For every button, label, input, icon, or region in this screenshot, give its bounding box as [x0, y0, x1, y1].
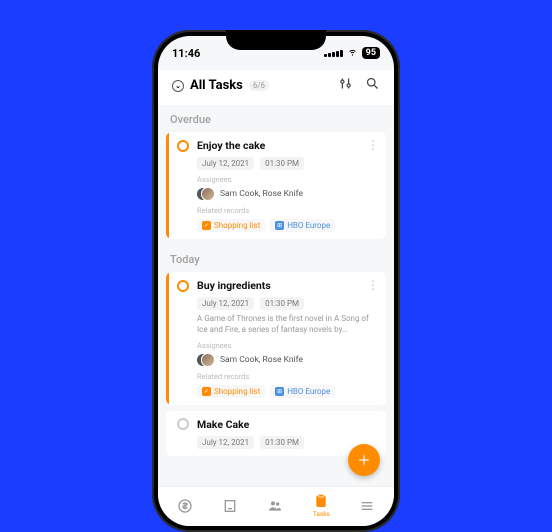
- tag-hbo[interactable]: ⊞HBO Europe: [270, 219, 335, 232]
- task-count-badge: 6/6: [249, 80, 269, 91]
- tab-bar: Tasks: [158, 486, 394, 526]
- task-title: Enjoy the cake: [197, 139, 359, 152]
- task-date: July 12, 2021: [197, 157, 254, 170]
- complete-toggle[interactable]: [177, 140, 189, 152]
- tag-shopping[interactable]: ✓Shopping list: [197, 219, 265, 232]
- header-title-group[interactable]: ⌄ All Tasks 6/6: [172, 78, 269, 93]
- status-indicators: 95: [324, 46, 380, 60]
- tab-people[interactable]: [267, 498, 283, 514]
- task-description: A Game of Thrones is the first novel in …: [197, 314, 378, 336]
- phone-frame: 11:46 95 ⌄ All Tasks 6/6: [152, 30, 400, 532]
- section-overdue: Overdue: [166, 105, 386, 132]
- tab-label: Tasks: [313, 510, 330, 518]
- related-label: Related records: [197, 206, 378, 215]
- task-date: July 12, 2021: [197, 297, 254, 310]
- task-card[interactable]: Buy ingredients ⋮ July 12, 2021 01:30 PM…: [166, 272, 386, 405]
- more-icon[interactable]: ⋮: [367, 283, 378, 288]
- grid-icon: ⊞: [275, 221, 284, 230]
- page-header: ⌄ All Tasks 6/6: [158, 70, 394, 105]
- check-icon: ✓: [202, 387, 211, 396]
- tab-tasks[interactable]: Tasks: [313, 493, 330, 518]
- battery-icon: 95: [362, 47, 380, 59]
- task-card[interactable]: Enjoy the cake ⋮ July 12, 2021 01:30 PM …: [166, 132, 386, 239]
- related-label: Related records: [197, 372, 378, 381]
- task-time: 01:30 PM: [260, 157, 304, 170]
- phone-screen: 11:46 95 ⌄ All Tasks 6/6: [158, 36, 394, 526]
- grid-icon: ⊞: [275, 387, 284, 396]
- assignees-label: Assignees: [197, 175, 378, 184]
- phone-notch: [226, 30, 326, 50]
- search-icon[interactable]: [365, 76, 380, 95]
- tag-hbo[interactable]: ⊞HBO Europe: [270, 385, 335, 398]
- check-icon: ✓: [202, 221, 211, 230]
- wifi-icon: [347, 46, 358, 60]
- tab-menu[interactable]: [359, 498, 375, 514]
- task-title: Make Cake: [197, 418, 378, 431]
- filter-icon[interactable]: [338, 76, 353, 95]
- chevron-down-icon: ⌄: [172, 80, 184, 92]
- task-date: July 12, 2021: [197, 436, 254, 449]
- task-time: 01:30 PM: [260, 436, 304, 449]
- assignees-label: Assignees: [197, 341, 378, 350]
- page-title: All Tasks: [190, 78, 243, 93]
- more-icon[interactable]: ⋮: [367, 143, 378, 148]
- complete-toggle[interactable]: [177, 418, 189, 430]
- task-title: Buy ingredients: [197, 279, 359, 292]
- avatar: [201, 187, 215, 201]
- signal-icon: [324, 50, 343, 57]
- tab-building[interactable]: [222, 498, 238, 514]
- section-today: Today: [166, 245, 386, 272]
- assignee-names: Sam Cook, Rose Knife: [220, 355, 303, 365]
- tag-shopping[interactable]: ✓Shopping list: [197, 385, 265, 398]
- status-time: 11:46: [172, 47, 200, 60]
- task-list[interactable]: Overdue Enjoy the cake ⋮ July 12, 2021 0…: [158, 105, 394, 477]
- task-time: 01:30 PM: [260, 297, 304, 310]
- tab-money[interactable]: [177, 498, 193, 514]
- assignee-names: Sam Cook, Rose Knife: [220, 189, 303, 199]
- add-task-button[interactable]: [348, 444, 380, 476]
- avatar: [201, 353, 215, 367]
- complete-toggle[interactable]: [177, 280, 189, 292]
